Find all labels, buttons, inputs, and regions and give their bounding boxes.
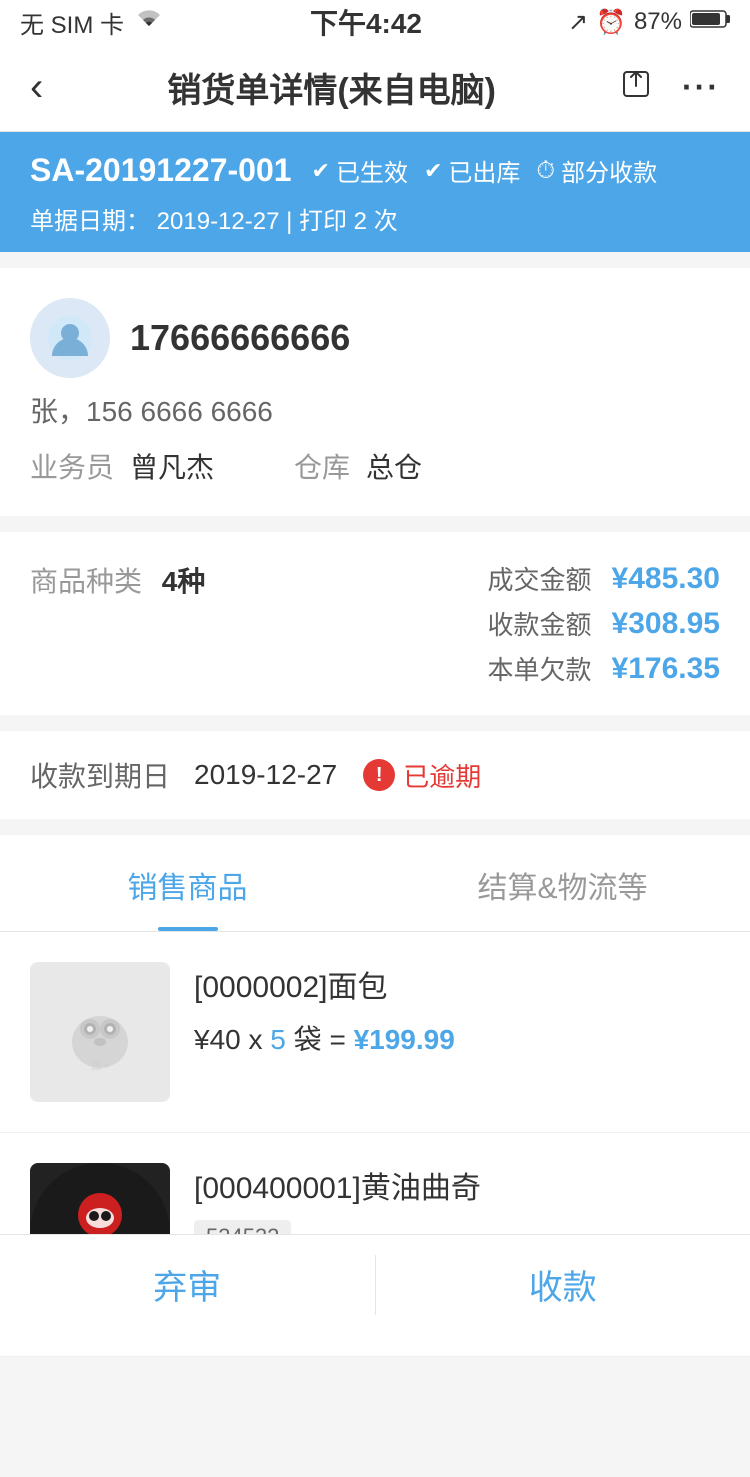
customer-meta: 业务员 曾凡杰 仓库 总仓 — [30, 446, 720, 486]
product-name-2: [000400001]黄油曲奇 — [194, 1163, 720, 1207]
customer-section: 17666666666 张，156 6666 6666 业务员 曾凡杰 仓库 总… — [0, 268, 750, 516]
due-label: 收款到期日 — [30, 755, 170, 795]
sim-status: 无 SIM 卡 — [20, 5, 124, 40]
back-button[interactable]: ‹ — [30, 65, 43, 110]
product-name-1: [0000002]面包 — [194, 962, 720, 1006]
order-id: SA-20191227-001 — [30, 152, 292, 189]
due-date: 2019-12-27 — [194, 759, 337, 791]
badge-partial: ⏱ 部分收款 — [536, 153, 657, 188]
svg-text:鱼+: 鱼+ — [90, 1058, 109, 1072]
page-title: 销货单详情(来自电脑) — [167, 63, 496, 112]
share-icon[interactable] — [620, 68, 652, 108]
tab-products[interactable]: 销售商品 — [0, 835, 375, 931]
customer-contact: 张，156 6666 6666 — [30, 390, 720, 430]
more-icon[interactable]: ··· — [682, 69, 720, 106]
overdue-badge: ! 已逾期 — [363, 757, 481, 794]
tab-settlement[interactable]: 结算&物流等 — [375, 835, 750, 931]
overdue-text: 已逾期 — [403, 757, 481, 794]
wifi-icon — [134, 8, 164, 37]
confirm-button[interactable]: 收款 — [376, 1235, 750, 1334]
status-time: 下午4:42 — [310, 2, 422, 42]
status-left: 无 SIM 卡 — [20, 5, 164, 40]
badge-shipped: ✔ 已出库 — [424, 153, 520, 188]
salesperson-meta: 业务员 曾凡杰 — [30, 446, 214, 486]
alarm-icon: ⏰ — [596, 8, 626, 37]
status-badges: ✔ 已生效 ✔ 已出库 ⏱ 部分收款 — [312, 153, 658, 188]
status-right: ↗ ⏰ 87% — [568, 8, 730, 37]
deal-amount-row: 成交金额 ¥485.30 — [488, 560, 720, 597]
received-amount-row: 收款金额 ¥308.95 — [488, 605, 720, 642]
overdue-icon: ! — [363, 759, 395, 791]
badge-effective: ✔ 已生效 — [312, 153, 408, 188]
list-item: 鱼+ [0000002]面包 ¥40 x 5 袋 = ¥199.99 — [0, 932, 750, 1133]
warehouse-meta: 仓库 总仓 — [294, 446, 422, 486]
stats-section: 商品种类 4种 成交金额 ¥485.30 收款金额 ¥308.95 本单欠款 ¥… — [0, 532, 750, 715]
location-icon: ↗ — [568, 8, 588, 37]
tabs-header: 销售商品 结算&物流等 — [0, 835, 750, 932]
amount-stats: 成交金额 ¥485.30 收款金额 ¥308.95 本单欠款 ¥176.35 — [488, 560, 720, 687]
order-header: SA-20191227-001 ✔ 已生效 ✔ 已出库 ⏱ 部分收款 单据日期：… — [0, 132, 750, 252]
order-date-line: 单据日期： 2019-12-27 | 打印 2 次 — [30, 201, 720, 236]
product-pricing-1: ¥40 x 5 袋 = ¥199.99 — [194, 1018, 720, 1058]
bottom-bar: 弃审 收款 — [0, 1234, 750, 1334]
battery-level: 87% — [634, 8, 682, 36]
status-bar: 无 SIM 卡 下午4:42 ↗ ⏰ 87% — [0, 0, 750, 44]
nav-icons: ··· — [620, 68, 720, 108]
customer-name: 17666666666 — [130, 317, 350, 359]
avatar — [30, 298, 110, 378]
cancel-button[interactable]: 弃审 — [0, 1235, 375, 1334]
product-types: 商品种类 4种 — [30, 560, 205, 600]
owed-amount-row: 本单欠款 ¥176.35 — [488, 650, 720, 687]
product-image-1: 鱼+ — [30, 962, 170, 1102]
nav-bar: ‹ 销货单详情(来自电脑) ··· — [0, 44, 750, 132]
battery-icon — [690, 8, 730, 36]
due-date-section: 收款到期日 2019-12-27 ! 已逾期 — [0, 731, 750, 819]
product-info-1: [0000002]面包 ¥40 x 5 袋 = ¥199.99 — [194, 962, 720, 1058]
